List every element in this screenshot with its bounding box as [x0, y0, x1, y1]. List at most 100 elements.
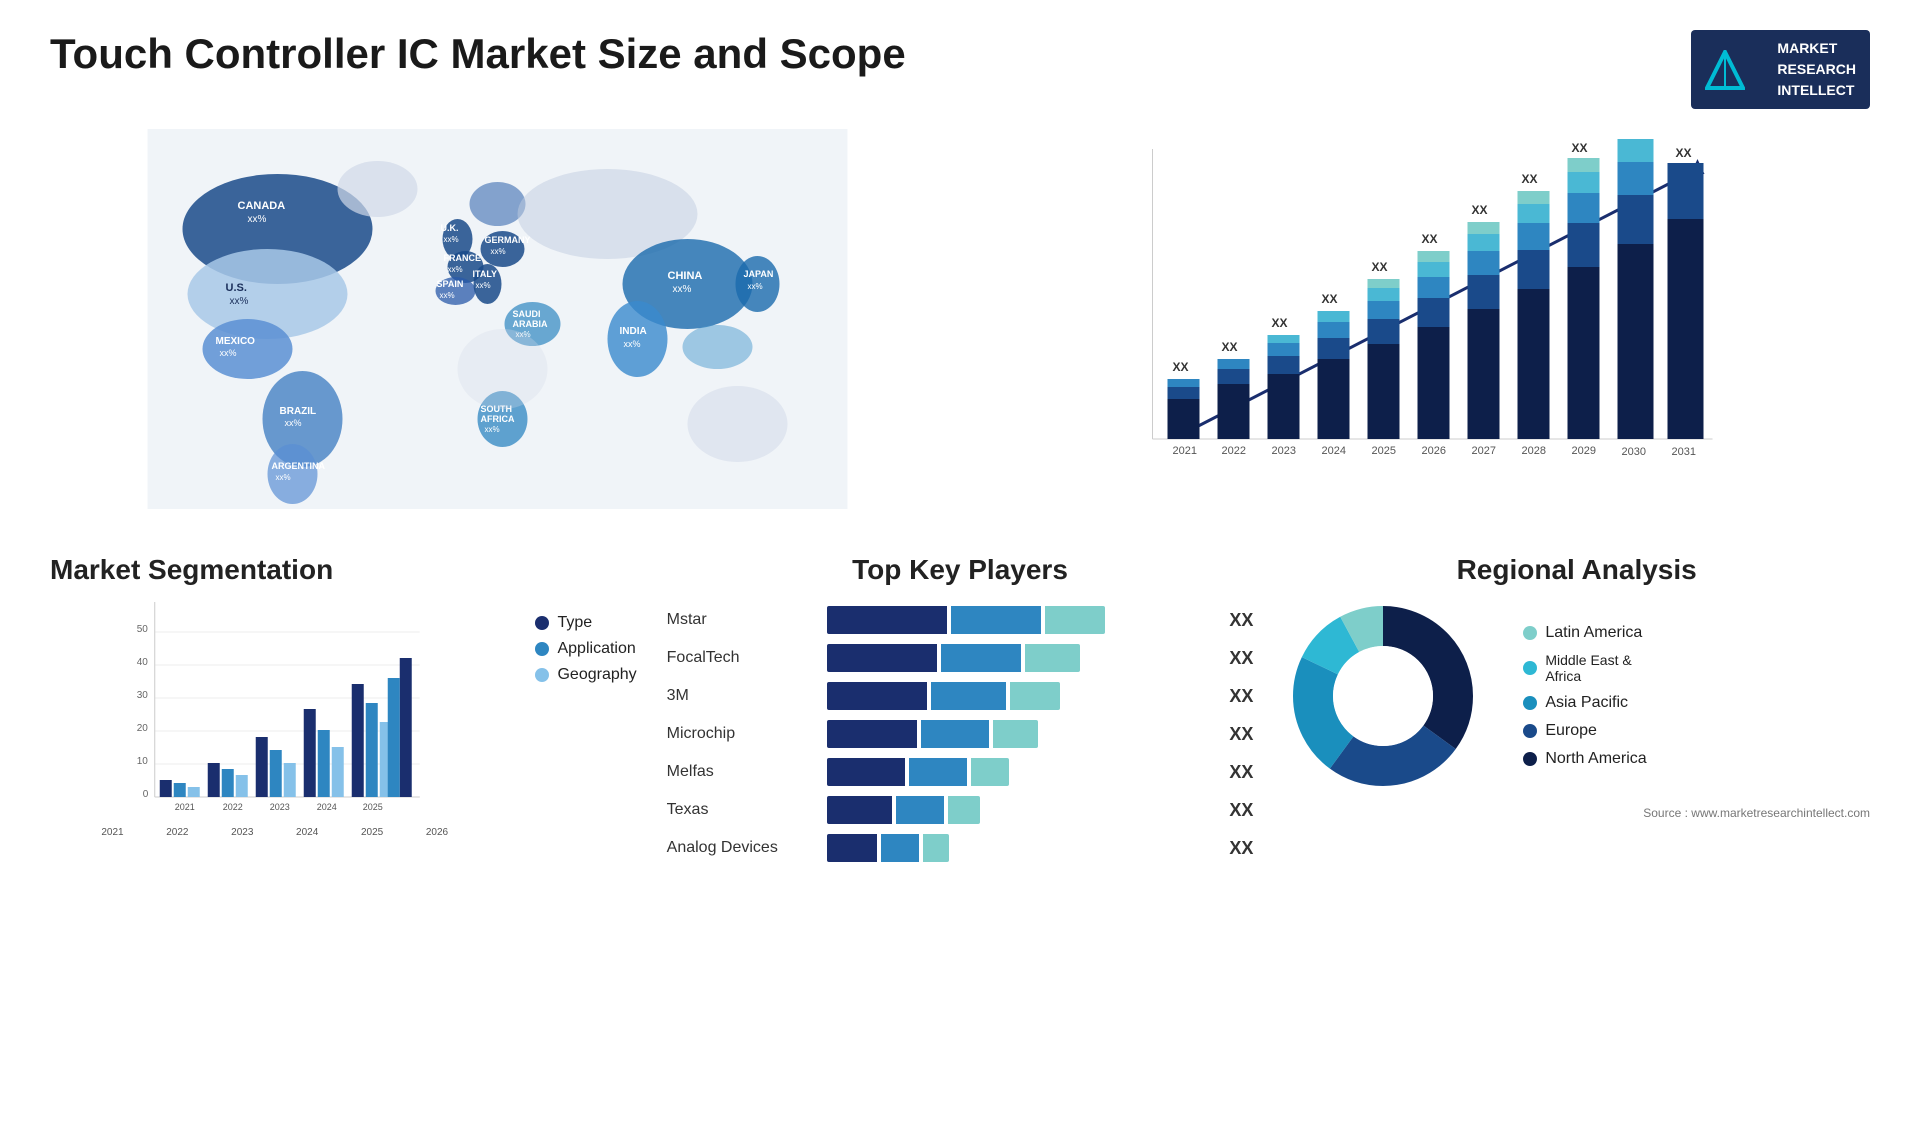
svg-text:MEXICO: MEXICO — [216, 336, 256, 347]
svg-text:2024: 2024 — [317, 802, 337, 812]
svg-text:XX: XX — [1173, 360, 1189, 374]
svg-text:50: 50 — [137, 624, 149, 635]
svg-text:ARABIA: ARABIA — [513, 319, 548, 329]
svg-text:XX: XX — [1676, 146, 1692, 160]
legend-type-dot — [535, 616, 549, 630]
svg-text:2021: 2021 — [175, 802, 195, 812]
svg-text:2025: 2025 — [1372, 445, 1396, 457]
svg-text:xx%: xx% — [624, 339, 641, 349]
svg-text:2021: 2021 — [1173, 445, 1197, 457]
regional-section: Regional Analysis — [1283, 554, 1870, 872]
page-header: Touch Controller IC Market Size and Scop… — [50, 30, 1870, 109]
regional-legend: Latin America Middle East &Africa Asia P… — [1503, 614, 1666, 778]
legend-application-dot — [535, 642, 549, 656]
svg-text:xx%: xx% — [248, 214, 267, 225]
player-texas: Texas XX — [667, 796, 1254, 824]
segmentation-title: Market Segmentation — [50, 554, 637, 586]
player-mstar: Mstar XX — [667, 606, 1254, 634]
svg-text:60: 60 — [131, 602, 143, 605]
svg-text:2028: 2028 — [1522, 445, 1546, 457]
svg-text:2022: 2022 — [1222, 445, 1246, 457]
legend-europe: Europe — [1523, 722, 1646, 740]
svg-text:30: 30 — [137, 690, 149, 701]
svg-text:xx%: xx% — [673, 284, 692, 295]
svg-text:xx%: xx% — [491, 247, 506, 256]
analog-devices-label: Analog Devices — [667, 839, 827, 857]
svg-text:xx%: xx% — [476, 281, 491, 290]
svg-text:2023: 2023 — [270, 802, 290, 812]
segmentation-chart: 0 10 20 30 40 50 60 — [50, 602, 499, 832]
regional-donut-chart — [1283, 596, 1483, 796]
svg-text:INDIA: INDIA — [620, 326, 647, 337]
logo-text: MARKET RESEARCH INTELLECT — [1777, 38, 1856, 101]
players-list: Mstar XX FocalTech XX 3M — [667, 606, 1254, 862]
svg-text:40: 40 — [137, 657, 149, 668]
svg-text:2027: 2027 — [1472, 445, 1496, 457]
legend-latin-america: Latin America — [1523, 624, 1646, 642]
svg-text:CHINA: CHINA — [668, 270, 703, 282]
svg-text:XX: XX — [1572, 141, 1588, 155]
svg-text:2023: 2023 — [1272, 445, 1296, 457]
svg-text:0: 0 — [143, 789, 149, 800]
page-title: Touch Controller IC Market Size and Scop… — [50, 30, 906, 78]
growth-chart-section: XX 2021 XX 2022 XX 2023 XX 2024 — [975, 129, 1870, 534]
svg-text:10: 10 — [137, 756, 149, 767]
legend-geography: Geography — [535, 666, 636, 684]
svg-text:2031: 2031 — [1672, 446, 1696, 458]
svg-text:2029: 2029 — [1572, 445, 1596, 457]
svg-text:xx%: xx% — [748, 282, 763, 291]
svg-text:JAPAN: JAPAN — [744, 269, 774, 279]
svg-text:GERMANY: GERMANY — [485, 235, 531, 245]
svg-text:XX: XX — [1372, 260, 1388, 274]
legend-north-america: North America — [1523, 750, 1646, 768]
svg-text:SAUDI: SAUDI — [513, 309, 541, 319]
svg-text:ARGENTINA: ARGENTINA — [272, 461, 326, 471]
svg-text:xx%: xx% — [485, 425, 500, 434]
segmentation-section: Market Segmentation 0 10 20 30 40 50 60 — [50, 554, 637, 872]
logo: MARKET RESEARCH INTELLECT — [1691, 30, 1870, 109]
svg-text:XX: XX — [1472, 203, 1488, 217]
svg-text:2030: 2030 — [1622, 446, 1646, 458]
world-map-svg: CANADA xx% U.S. xx% MEXICO xx% U.K. xx% … — [50, 129, 945, 509]
svg-text:xx%: xx% — [448, 265, 463, 274]
regional-title: Regional Analysis — [1283, 554, 1870, 586]
legend-middle-east-africa: Middle East &Africa — [1523, 652, 1646, 684]
svg-text:2026: 2026 — [1422, 445, 1446, 457]
svg-text:2024: 2024 — [1322, 445, 1346, 457]
svg-text:2022: 2022 — [223, 802, 243, 812]
key-players-section: Top Key Players Mstar XX FocalTech — [667, 554, 1254, 872]
legend-asia-pacific: Asia Pacific — [1523, 694, 1646, 712]
segmentation-legend: Type Application Geography — [535, 614, 636, 684]
svg-text:SPAIN: SPAIN — [437, 279, 464, 289]
source-text: Source : www.marketresearchintellect.com — [1283, 806, 1870, 820]
svg-text:CANADA: CANADA — [238, 200, 286, 212]
player-3m: 3M XX — [667, 682, 1254, 710]
svg-text:XX: XX — [1522, 172, 1538, 186]
svg-text:xx%: xx% — [285, 418, 302, 428]
player-analog-devices: Analog Devices XX — [667, 834, 1254, 862]
legend-application: Application — [535, 640, 636, 658]
svg-text:U.K.: U.K. — [441, 223, 459, 233]
growth-chart-svg: XX 2021 XX 2022 XX 2023 XX 2024 — [975, 139, 1870, 519]
svg-text:ITALY: ITALY — [473, 269, 498, 279]
svg-text:AFRICA: AFRICA — [481, 414, 515, 424]
svg-text:XX: XX — [1422, 232, 1438, 246]
svg-text:xx%: xx% — [220, 348, 237, 358]
legend-type: Type — [535, 614, 636, 632]
svg-text:2025: 2025 — [363, 802, 383, 812]
player-focaltech: FocalTech XX — [667, 644, 1254, 672]
legend-geography-dot — [535, 668, 549, 682]
svg-text:xx%: xx% — [444, 235, 459, 244]
svg-text:xx%: xx% — [230, 296, 249, 307]
svg-text:FRANCE: FRANCE — [444, 253, 482, 263]
svg-text:xx%: xx% — [276, 473, 291, 482]
svg-text:XX: XX — [1272, 316, 1288, 330]
svg-text:XX: XX — [1322, 292, 1338, 306]
svg-text:20: 20 — [137, 723, 149, 734]
svg-text:U.S.: U.S. — [226, 282, 247, 294]
world-map-section: CANADA xx% U.S. xx% MEXICO xx% U.K. xx% … — [50, 129, 945, 534]
player-melfas: Melfas XX — [667, 758, 1254, 786]
player-microchip: Microchip XX — [667, 720, 1254, 748]
svg-text:BRAZIL: BRAZIL — [280, 406, 317, 417]
svg-text:xx%: xx% — [440, 291, 455, 300]
